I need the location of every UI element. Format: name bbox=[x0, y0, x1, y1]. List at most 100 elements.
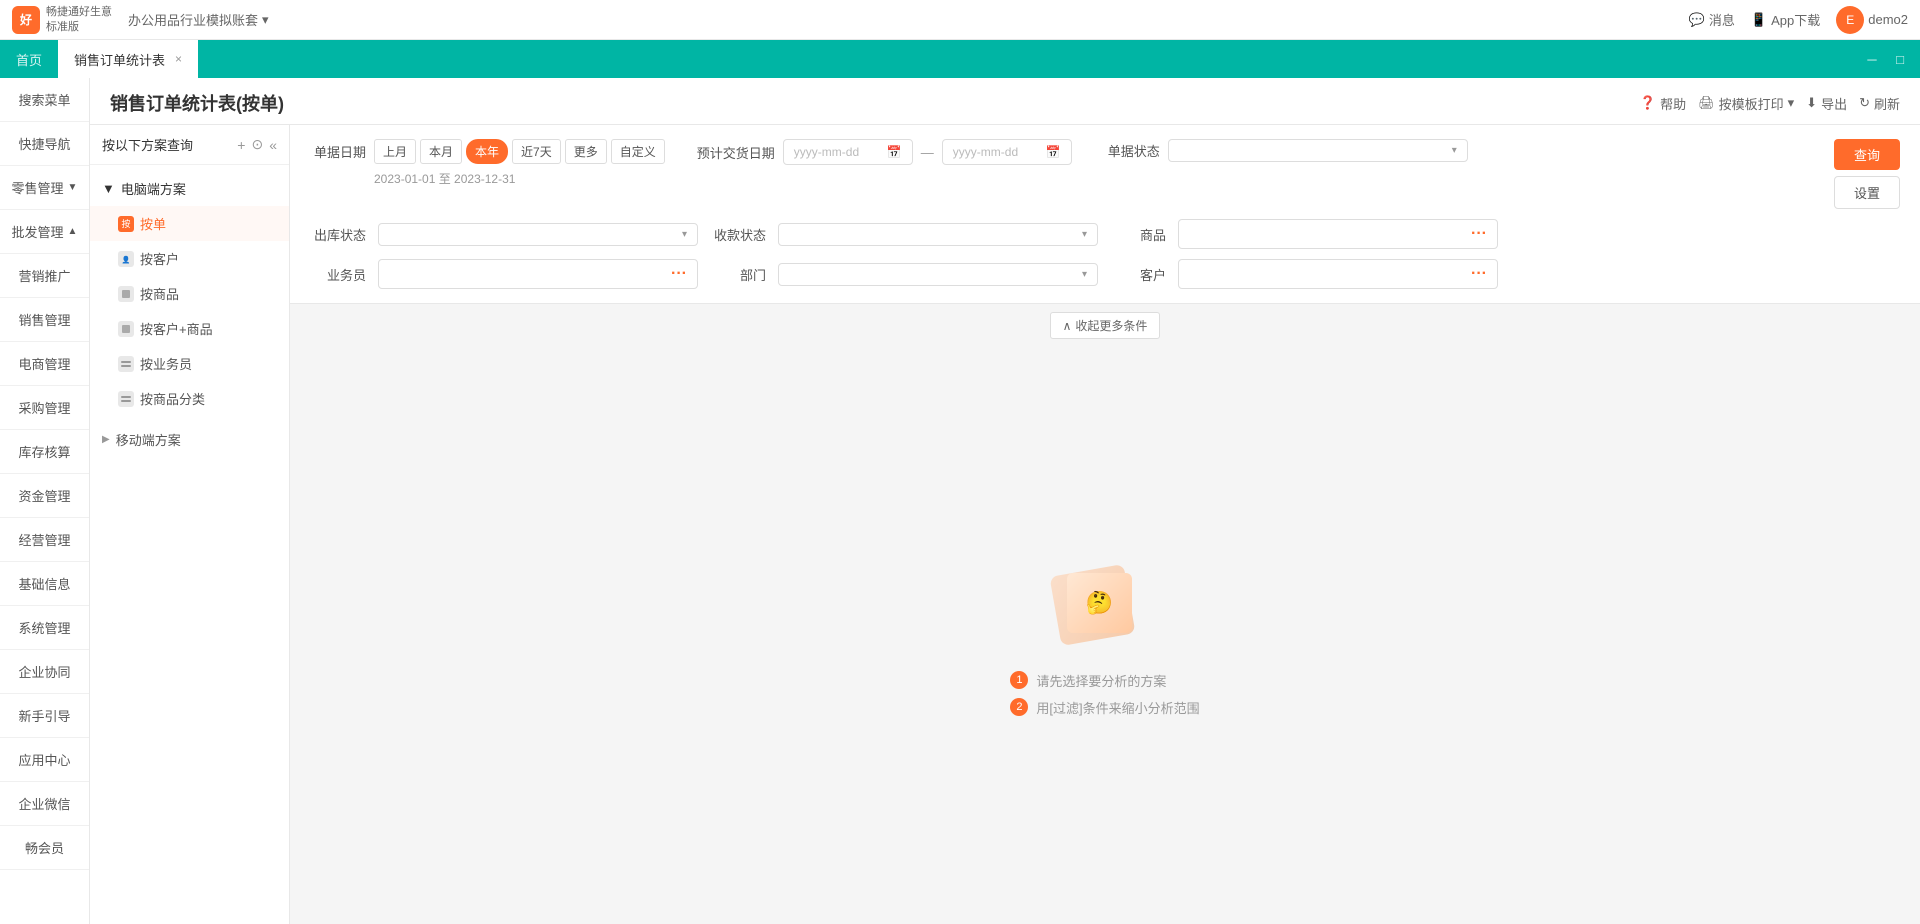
date-range-text: 2023-01-01 至 2023-12-31 bbox=[374, 170, 515, 187]
sidebar-item-marketing[interactable]: 营销推广 bbox=[0, 254, 89, 298]
refresh-icon: ↻ bbox=[1859, 95, 1870, 111]
collapse-panel-icon[interactable]: « bbox=[269, 137, 277, 153]
message-icon: 💬 bbox=[1689, 12, 1705, 28]
doc-status-label: 单据状态 bbox=[1104, 141, 1160, 160]
sidebar-item-finance[interactable]: 资金管理 bbox=[0, 474, 89, 518]
sidebar-item-retail[interactable]: 零售管理 ▼ bbox=[0, 166, 89, 210]
product-label: 商品 bbox=[1110, 225, 1166, 244]
filter-action-buttons: 查询 设置 bbox=[1834, 139, 1900, 209]
customer-product-icon-svg bbox=[120, 323, 132, 335]
sidebar-item-operation[interactable]: 经营管理 bbox=[0, 518, 89, 562]
tree-section-pc: ▼ 电脑端方案 按 按单 👤 bbox=[90, 165, 289, 422]
product-icon-svg bbox=[120, 288, 132, 300]
sidebar-item-enterprise[interactable]: 企业协同 bbox=[0, 650, 89, 694]
user-area[interactable]: E demo2 bbox=[1836, 6, 1908, 34]
calendar-end-icon: 📅 bbox=[1046, 145, 1061, 159]
print-arrow-icon: ▾ bbox=[1788, 95, 1795, 111]
expected-date-start-input[interactable]: yyyy-mm-dd 📅 bbox=[783, 139, 913, 165]
nav-minimize-button[interactable]: ─ bbox=[1860, 47, 1884, 71]
scheme-icon-customer: 👤 bbox=[118, 251, 134, 267]
sidebar-item-search[interactable]: 搜索菜单 bbox=[0, 78, 89, 122]
collapse-bar: ∧ 收起更多条件 bbox=[290, 304, 1920, 347]
logo-area: 好 畅捷通好生意 标准版 bbox=[12, 5, 112, 34]
logo-icon: 好 bbox=[12, 6, 40, 34]
sidebar-item-newbie[interactable]: 新手引导 bbox=[0, 694, 89, 738]
tree-parent-pc[interactable]: ▼ 电脑端方案 bbox=[90, 171, 289, 206]
nav-maximize-button[interactable]: □ bbox=[1888, 47, 1912, 71]
date-btn-last-month[interactable]: 上月 bbox=[374, 139, 416, 164]
date-btn-this-year[interactable]: 本年 bbox=[466, 139, 508, 164]
wholesale-arrow-icon: ▲ bbox=[68, 226, 78, 237]
expected-date-label: 预计交货日期 bbox=[697, 143, 775, 162]
page-header-actions: ❓ 帮助 🖨 按模板打印 ▾ ⬇ 导出 ↻ 刷新 bbox=[1640, 94, 1900, 113]
left-panel-header: 按以下方案查询 + ⊙ « bbox=[90, 125, 289, 165]
tree-child-by-customer-product[interactable]: 按客户+商品 bbox=[90, 311, 289, 346]
template-print-button[interactable]: 🖨 按模板打印 ▾ bbox=[1698, 94, 1794, 113]
sidebar-item-sales[interactable]: 销售管理 bbox=[0, 298, 89, 342]
tree-child-by-order[interactable]: 按 按单 bbox=[90, 206, 289, 241]
sidebar-item-wechat[interactable]: 企业微信 bbox=[0, 782, 89, 826]
product-input[interactable]: ··· bbox=[1178, 219, 1498, 249]
sidebar-item-member[interactable]: 畅会员 bbox=[0, 826, 89, 870]
help-button[interactable]: ❓ 帮助 bbox=[1640, 94, 1686, 113]
tree-child-by-salesperson[interactable]: 按业务员 bbox=[90, 346, 289, 381]
sidebar-item-inventory[interactable]: 库存核算 bbox=[0, 430, 89, 474]
sidebar-item-wholesale[interactable]: 批发管理 ▲ bbox=[0, 210, 89, 254]
sidebar-item-quick[interactable]: 快捷导航 bbox=[0, 122, 89, 166]
date-btn-custom[interactable]: 自定义 bbox=[611, 139, 665, 164]
scheme-icon-salesperson bbox=[118, 356, 134, 372]
doc-status-select[interactable]: ▾ bbox=[1168, 139, 1468, 162]
export-button[interactable]: ⬇ 导出 bbox=[1806, 94, 1847, 113]
customer-input[interactable]: ··· bbox=[1178, 259, 1498, 289]
salesperson-input[interactable]: ··· bbox=[378, 259, 698, 289]
date-btn-7days[interactable]: 近7天 bbox=[512, 139, 561, 164]
tree-mobile-section[interactable]: ▶ 移动端方案 bbox=[90, 422, 289, 457]
workspace-selector[interactable]: 办公用品行业模拟账套 ▾ bbox=[120, 6, 277, 33]
nav-right-buttons: ─ □ bbox=[1852, 47, 1920, 71]
delivery-status-select[interactable]: ▾ bbox=[378, 223, 698, 246]
payment-status-chevron: ▾ bbox=[1082, 229, 1087, 240]
expected-date-end-input[interactable]: yyyy-mm-dd 📅 bbox=[942, 139, 1072, 165]
export-icon: ⬇ bbox=[1806, 95, 1817, 111]
sidebar-item-purchase[interactable]: 采购管理 bbox=[0, 386, 89, 430]
left-sidebar: 搜索菜单 快捷导航 零售管理 ▼ 批发管理 ▲ 营销推广 销售管理 电商管理 采… bbox=[0, 78, 90, 924]
doc-status-chevron: ▾ bbox=[1452, 145, 1457, 156]
sidebar-item-system[interactable]: 系统管理 bbox=[0, 606, 89, 650]
tree-child-by-product-category[interactable]: 按商品分类 bbox=[90, 381, 289, 416]
collapse-button[interactable]: ∧ 收起更多条件 bbox=[1050, 312, 1161, 339]
tree-expand-icon: ▼ bbox=[102, 181, 115, 196]
app-download-button[interactable]: 📱 App下载 bbox=[1751, 10, 1820, 29]
settings-button[interactable]: 设置 bbox=[1834, 176, 1900, 209]
right-panel: 单据日期 上月 本月 本年 近7天 更多 自定义 bbox=[290, 125, 1920, 924]
inner-layout: 按以下方案查询 + ⊙ « ▼ 电脑端方案 按 bbox=[90, 125, 1920, 924]
empty-number-1: 1 bbox=[1010, 671, 1028, 689]
top-bar-left: 好 畅捷通好生意 标准版 办公用品行业模拟账套 ▾ bbox=[12, 5, 277, 34]
department-select[interactable]: ▾ bbox=[778, 263, 1098, 286]
tab-close-icon[interactable]: × bbox=[175, 52, 182, 66]
scheme-icon-product bbox=[118, 286, 134, 302]
department-chevron: ▾ bbox=[1082, 269, 1087, 280]
payment-status-select[interactable]: ▾ bbox=[778, 223, 1098, 246]
tab-sales-order-stats[interactable]: 销售订单统计表 × bbox=[58, 40, 198, 78]
scheme-settings-icon[interactable]: ⊙ bbox=[251, 136, 263, 153]
left-panel-actions: + ⊙ « bbox=[237, 136, 277, 153]
logo-text: 畅捷通好生意 标准版 bbox=[46, 5, 112, 34]
refresh-button[interactable]: ↻ 刷新 bbox=[1859, 94, 1900, 113]
customer-label: 客户 bbox=[1110, 265, 1166, 284]
empty-icon: 🤔 bbox=[1045, 555, 1165, 655]
sidebar-item-ecommerce[interactable]: 电商管理 bbox=[0, 342, 89, 386]
tab-home[interactable]: 首页 bbox=[0, 40, 58, 78]
search-button[interactable]: 查询 bbox=[1834, 139, 1900, 170]
calendar-start-icon: 📅 bbox=[887, 145, 902, 159]
empty-hint-1: 1 请先选择要分析的方案 bbox=[1010, 671, 1199, 690]
date-btn-this-month[interactable]: 本月 bbox=[420, 139, 462, 164]
sidebar-item-basic[interactable]: 基础信息 bbox=[0, 562, 89, 606]
tree-child-by-product[interactable]: 按商品 bbox=[90, 276, 289, 311]
add-scheme-icon[interactable]: + bbox=[237, 137, 245, 153]
sidebar-item-appstore[interactable]: 应用中心 bbox=[0, 738, 89, 782]
date-quick-buttons: 上月 本月 本年 近7天 更多 自定义 bbox=[374, 139, 665, 164]
message-button[interactable]: 💬 消息 bbox=[1689, 10, 1735, 29]
date-btn-more[interactable]: 更多 bbox=[565, 139, 607, 164]
download-icon: 📱 bbox=[1751, 12, 1767, 28]
tree-child-by-customer[interactable]: 👤 按客户 bbox=[90, 241, 289, 276]
